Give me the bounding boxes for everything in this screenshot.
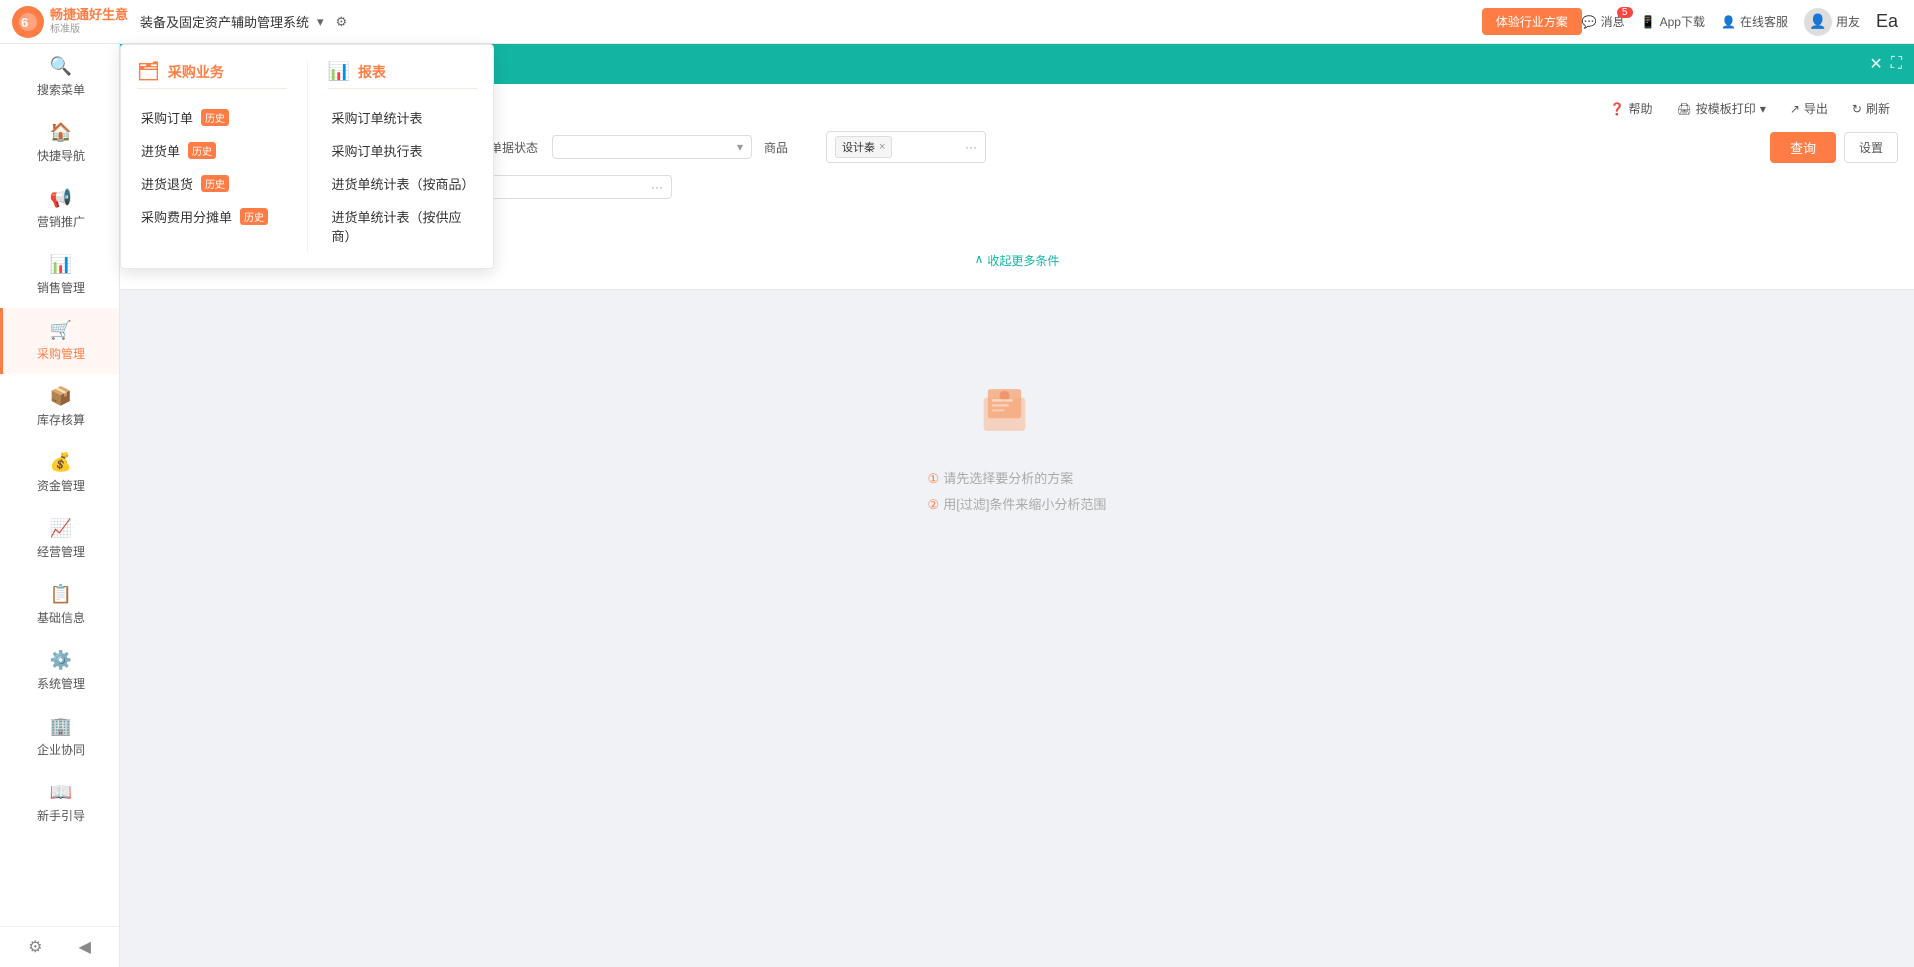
dropdown-item-purchase-order[interactable]: 采购订单 历史 — [137, 101, 287, 134]
app-download-btn[interactable]: 📱 App下载 — [1641, 13, 1705, 30]
sidebar-item-search[interactable]: 🔍 搜索菜单 — [0, 44, 119, 110]
dropdown-item-order-exec[interactable]: 采购订单执行表 — [328, 134, 478, 167]
help-btn[interactable]: ❓ 帮助 — [1602, 96, 1661, 121]
sidebar-item-marketing[interactable]: 📢 营销推广 — [0, 176, 119, 242]
export-btn[interactable]: ↗ 导出 — [1782, 96, 1836, 121]
marketing-icon: 📢 — [50, 188, 72, 209]
tab-expand-btn[interactable]: ⛶ — [1891, 55, 1902, 73]
top-bar: 6 畅捷通好生意 标准版 装备及固定资产辅助管理系统 ▾ ⚙ 体验行业方案 💬 … — [0, 0, 1914, 44]
message-btn[interactable]: 💬 消息 5 — [1582, 13, 1625, 30]
sidebar-settings-btn[interactable]: ⚙ — [28, 937, 42, 957]
dropdown-item-inbound-stat-goods[interactable]: 进货单统计表（按商品） — [328, 167, 478, 200]
print-icon: 🖨 — [1677, 102, 1692, 116]
finance-icon: 💰 — [50, 452, 72, 473]
tab-actions: ✕ ⛶ — [1857, 54, 1914, 74]
sidebar-item-finance[interactable]: 💰 资金管理 — [0, 440, 119, 506]
status-more-btn[interactable]: ▾ — [737, 140, 743, 154]
operation-icon: 📈 — [50, 518, 72, 539]
user-btn[interactable]: 👤 用友 — [1804, 8, 1860, 36]
print-btn[interactable]: 🖨 按模板打印 ▾ — [1669, 96, 1774, 121]
empty-illustration — [967, 370, 1067, 450]
sidebar-item-system[interactable]: ⚙️ 系统管理 — [0, 638, 119, 704]
system-title: 装备及固定资产辅助管理系统 ▾ ⚙ — [140, 10, 1474, 34]
stock-icon: 📦 — [50, 386, 72, 407]
history-badge-0: 历史 — [201, 109, 229, 126]
system-gear-btn[interactable]: ⚙ — [332, 10, 352, 34]
system-icon: ⚙️ — [50, 650, 72, 671]
empty-tips: ①请先选择要分析的方案 ②用[过滤]条件来缩小分析范围 — [928, 466, 1107, 518]
history-badge-3: 历史 — [240, 208, 268, 225]
dropdown-item-purchase-cost[interactable]: 采购费用分摊单 历史 — [137, 200, 287, 233]
sidebar-item-quick-nav[interactable]: 🏠 快捷导航 — [0, 110, 119, 176]
dropdown-item-inbound-stat-supplier[interactable]: 进货单统计表（按供应商） — [328, 200, 478, 252]
sidebar-bottom: ⚙ ◀ — [0, 926, 119, 967]
sidebar-item-stock[interactable]: 📦 库存核算 — [0, 374, 119, 440]
online-service-btn[interactable]: 👤 在线客服 — [1721, 13, 1788, 30]
industry-btn[interactable]: 体验行业方案 — [1482, 8, 1582, 35]
dropdown-item-order-stat[interactable]: 采购订单统计表 — [328, 101, 478, 134]
report-col-icon: 📊 — [328, 61, 350, 82]
dropdown-col-purchase: 🗂 采购业务 采购订单 历史 进货单 历史 进货退货 历史 采购费用分摊单 历史 — [137, 61, 287, 252]
dropdown-col-purchase-header: 🗂 采购业务 — [137, 61, 287, 89]
status-input[interactable]: ▾ — [552, 135, 752, 159]
salesperson-input[interactable]: ··· — [472, 175, 672, 199]
sidebar-item-guide[interactable]: 📖 新手引导 — [0, 770, 119, 836]
sidebar-item-operation[interactable]: 📈 经营管理 — [0, 506, 119, 572]
goods-more-btn[interactable]: ··· — [965, 140, 977, 154]
base-info-icon: 📋 — [50, 584, 72, 605]
history-badge-2: 历史 — [201, 175, 229, 192]
help-icon: ❓ — [1610, 102, 1625, 116]
sidebar: 🔍 搜索菜单 🏠 快捷导航 📢 营销推广 📊 销售管理 🛒 采购管理 📦 库存核… — [0, 44, 120, 967]
goods-tag-remove[interactable]: × — [879, 141, 885, 153]
toolbar-right: ❓ 帮助 🖨 按模板打印 ▾ ↗ 导出 ↻ — [1602, 96, 1898, 121]
goods-tag: 设计秦 × — [835, 136, 892, 158]
ea-label: Ea — [1876, 11, 1898, 32]
system-dropdown-btn[interactable]: ▾ — [317, 14, 324, 30]
dropdown-col-report-header: 📊 报表 — [328, 61, 478, 89]
dropdown-col-report: 📊 报表 采购订单统计表 采购订单执行表 进货单统计表（按商品） 进货单统计表（… — [328, 61, 478, 252]
salesperson-more-btn[interactable]: ··· — [651, 180, 663, 194]
enterprise-icon: 🏢 — [50, 716, 72, 737]
refresh-icon: ↻ — [1852, 102, 1862, 116]
refresh-btn[interactable]: ↻ 刷新 — [1844, 96, 1898, 121]
logo-area: 6 畅捷通好生意 标准版 — [12, 6, 132, 38]
logo-text: 畅捷通好生意 标准版 — [50, 7, 128, 37]
sidebar-item-enterprise[interactable]: 🏢 企业协同 — [0, 704, 119, 770]
sidebar-item-purchase[interactable]: 🛒 采购管理 — [0, 308, 119, 374]
dropdown-divider — [307, 61, 308, 252]
export-icon: ↗ — [1790, 102, 1800, 116]
user-avatar: 👤 — [1804, 8, 1832, 36]
settings-btn[interactable]: 设置 — [1844, 132, 1898, 163]
query-btn[interactable]: 查询 — [1770, 132, 1836, 163]
sidebar-item-sales[interactable]: 📊 销售管理 — [0, 242, 119, 308]
empty-state: ①请先选择要分析的方案 ②用[过滤]条件来缩小分析范围 — [120, 290, 1914, 598]
dropdown-menu: 🗂 采购业务 采购订单 历史 进货单 历史 进货退货 历史 采购费用分摊单 历史… — [120, 44, 494, 269]
sidebar-item-base-info[interactable]: 📋 基础信息 — [0, 572, 119, 638]
svg-text:6: 6 — [21, 15, 28, 30]
collapse-icon: ∧ — [975, 252, 984, 269]
dropdown-item-inbound-return[interactable]: 进货退货 历史 — [137, 167, 287, 200]
home-icon: 🏠 — [50, 122, 72, 143]
logo-icon: 6 — [12, 6, 44, 38]
search-icon: 🔍 — [50, 56, 72, 77]
sales-icon: 📊 — [50, 254, 72, 275]
action-btns: 查询 设置 — [1770, 132, 1898, 163]
purchase-col-icon: 🗂 — [137, 61, 160, 82]
tab-close-all-btn[interactable]: ✕ — [1869, 54, 1882, 74]
top-right: 💬 消息 5 📱 App下载 👤 在线客服 👤 用友 Ea — [1582, 8, 1902, 36]
goods-input[interactable]: 设计秦 × ··· — [826, 131, 986, 163]
history-badge-1: 历史 — [188, 142, 216, 159]
print-dropdown-icon: ▾ — [1760, 102, 1766, 116]
guide-icon: 📖 — [50, 782, 72, 803]
purchase-icon: 🛒 — [50, 320, 72, 341]
sidebar-collapse-btn[interactable]: ◀ — [79, 937, 91, 957]
dropdown-item-inbound[interactable]: 进货单 历史 — [137, 134, 287, 167]
